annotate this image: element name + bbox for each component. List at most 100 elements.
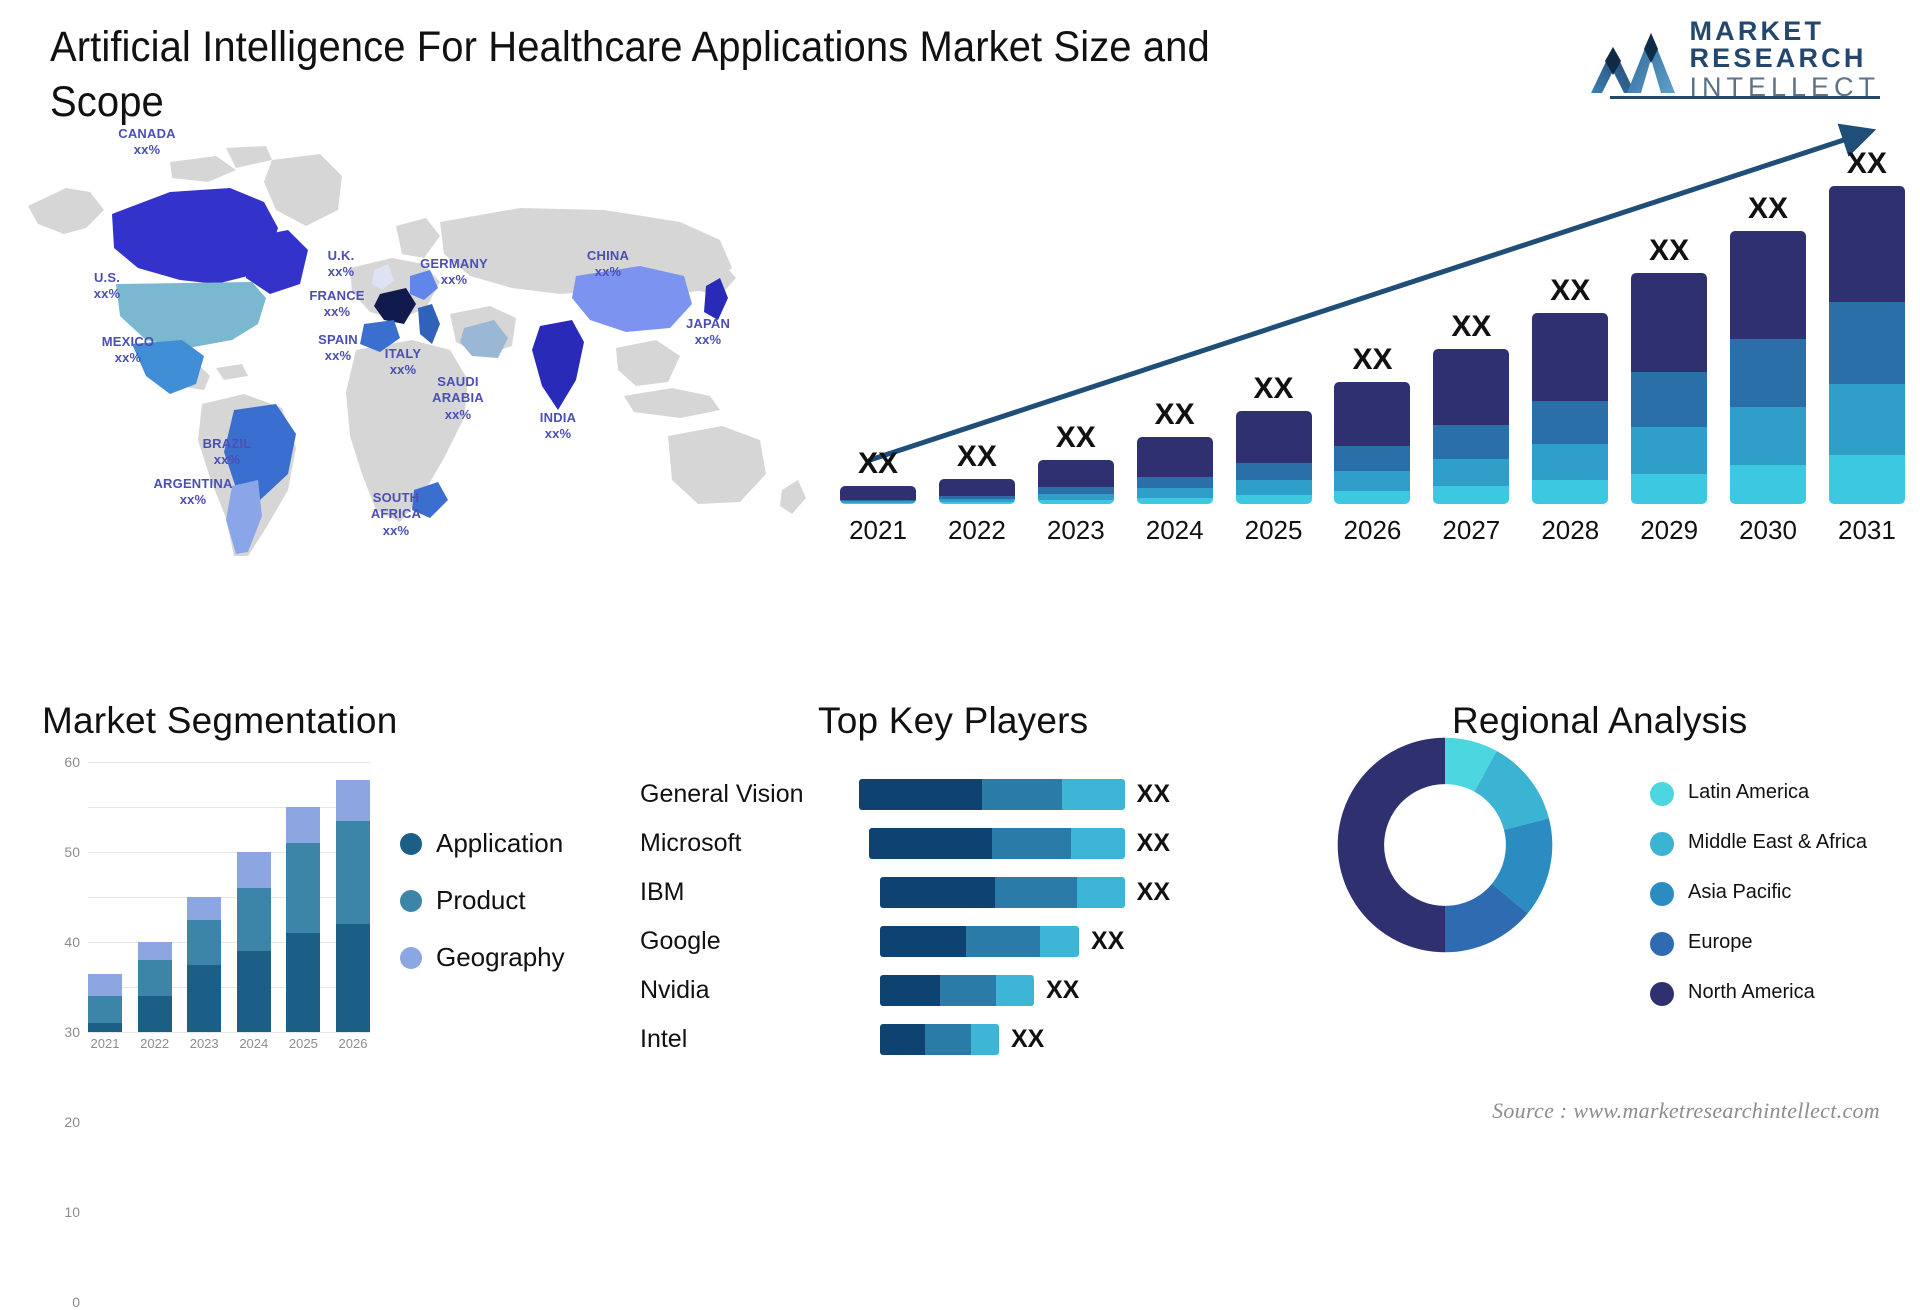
forecast-bar-value: XX — [1451, 309, 1492, 343]
forecast-bar — [938, 479, 1015, 504]
player-bar — [880, 974, 1034, 1006]
regional-legend-item: North America — [1650, 980, 1900, 1006]
forecast-bar-segment — [1730, 231, 1807, 340]
segmentation-bar-segment — [236, 852, 271, 888]
segmentation-year-label: 2023 — [189, 1036, 219, 1051]
forecast-bar-segment — [938, 502, 1015, 504]
forecast-bar-value: XX — [1649, 234, 1690, 268]
forecast-bar-segment — [938, 479, 1015, 497]
segmentation-bar-2026 — [335, 780, 370, 1032]
regional-legend-label: Europe — [1688, 931, 1753, 953]
legend-item-product: Product — [400, 885, 565, 916]
player-bar — [859, 778, 1125, 810]
player-bar-segment — [879, 876, 995, 908]
forecast-bar-2021: XX — [840, 447, 916, 504]
forecast-bar-value: XX — [1748, 192, 1789, 226]
segmentation-bar-segment — [286, 933, 321, 1032]
forecast-bar-segment — [1433, 486, 1510, 504]
forecast-bar-2022: XX — [938, 440, 1015, 504]
segmentation-bar-segment — [88, 1023, 122, 1032]
forecast-bar-segment — [1828, 301, 1905, 385]
regional-legend-label: Latin America — [1688, 781, 1810, 803]
player-name: General Vision — [640, 779, 804, 808]
forecast-bar-2029: XX — [1631, 234, 1708, 504]
player-bar-segment — [1039, 925, 1079, 957]
forecast-year-label: 2021 — [849, 515, 907, 545]
top-key-players-title: Top Key Players — [818, 700, 1089, 741]
forecast-bar-2028: XX — [1532, 274, 1609, 504]
player-bar-segment — [859, 778, 982, 810]
regional-legend-item: Europe — [1650, 930, 1900, 956]
forecast-bar — [1334, 382, 1411, 504]
player-bar-segment — [971, 1023, 999, 1055]
segmentation-bar-segment — [88, 973, 122, 996]
forecast-bar-2031: XX — [1828, 147, 1905, 504]
forecast-bar-segment — [1730, 406, 1807, 465]
forecast-bar-2026: XX — [1334, 343, 1411, 504]
forecast-bar — [1037, 459, 1114, 504]
map-country-italy — [418, 304, 440, 344]
forecast-bar-segment — [1235, 462, 1312, 481]
forecast-year-label: 2025 — [1244, 515, 1303, 545]
forecast-bar-2030: XX — [1730, 192, 1807, 504]
forecast-bar-segment — [1235, 480, 1312, 496]
forecast-bar-segment — [1433, 348, 1510, 426]
player-row: Nvidia XX — [640, 966, 1170, 1014]
forecast-bar — [1136, 437, 1213, 504]
forecast-bar-segment — [1828, 186, 1905, 302]
segmentation-bar-2025 — [286, 807, 321, 1032]
player-bar-segment — [994, 876, 1077, 908]
segmentation-bar-segment — [187, 964, 222, 1032]
forecast-bar-2023: XX — [1037, 420, 1114, 504]
player-value: XX — [1046, 975, 1080, 1004]
regional-legend-item: Asia Pacific — [1650, 880, 1900, 906]
forecast-bar-value: XX — [1055, 420, 1096, 454]
forecast-bars: XX XX XX XX XX XX XX XX XX XX XX — [840, 147, 1905, 504]
forecast-bar-segment — [840, 502, 916, 504]
segmentation-bar-segment — [236, 888, 271, 951]
player-bar — [880, 1023, 999, 1055]
forecast-bar-segment — [1136, 476, 1213, 489]
regional-legend-item: Middle East & Africa — [1650, 830, 1900, 856]
legend-label-application: Application — [436, 828, 564, 858]
logo-line-research: RESEARCH — [1689, 43, 1867, 73]
player-bar-segment — [925, 1023, 971, 1055]
player-name: IBM — [640, 877, 685, 906]
player-bar-segment — [880, 1023, 925, 1055]
legend-label-geography: Geography — [436, 942, 565, 972]
logo-line-market: MARKET — [1689, 16, 1825, 46]
forecast-bar-segment — [1532, 312, 1609, 401]
forecast-bar — [840, 486, 916, 504]
player-bar-segment — [981, 778, 1063, 810]
forecast-bar-segment — [1334, 470, 1411, 492]
legend-item-geography: Geography — [400, 942, 565, 973]
forecast-year-label: 2023 — [1046, 515, 1105, 545]
forecast-bar — [1235, 410, 1312, 504]
forecast-bar-segment — [1433, 425, 1510, 459]
forecast-bar-segment — [1334, 382, 1411, 447]
brand-logo: MARKET RESEARCH INTELLECT — [1591, 18, 1880, 101]
forecast-bar-segment — [1532, 444, 1609, 481]
forecast-bar-value: XX — [1352, 343, 1393, 377]
segmentation-year-label: 2026 — [338, 1036, 368, 1051]
market-forecast-chart: XX XX XX XX XX XX XX XX XX XX XX 2021 2022 2023 2024 2… — [840, 120, 1905, 550]
forecast-bar-segment — [1037, 459, 1114, 488]
map-country-canada-east — [246, 230, 308, 294]
player-bar-segment — [869, 827, 992, 859]
segmentation-bar-segment — [187, 897, 222, 920]
forecast-bar-segment — [1136, 437, 1213, 477]
forecast-bar-segment — [840, 486, 916, 500]
forecast-bar-segment — [1631, 372, 1708, 428]
segmentation-bar-segment — [335, 780, 370, 821]
segmentation-bar-2022 — [137, 942, 172, 1032]
forecast-bar-segment — [1828, 384, 1905, 455]
player-bar — [869, 827, 1125, 859]
segmentation-bar-segment — [286, 807, 321, 843]
forecast-bar-segment — [1235, 495, 1312, 504]
regional-legend-label: North America — [1688, 981, 1815, 1003]
regional-legend-dot — [1650, 832, 1674, 856]
donut-slice-north-america — [1337, 737, 1445, 953]
forecast-bar-segment — [1136, 498, 1213, 504]
player-value: XX — [1091, 926, 1125, 955]
forecast-bar-2027: XX — [1433, 309, 1510, 504]
